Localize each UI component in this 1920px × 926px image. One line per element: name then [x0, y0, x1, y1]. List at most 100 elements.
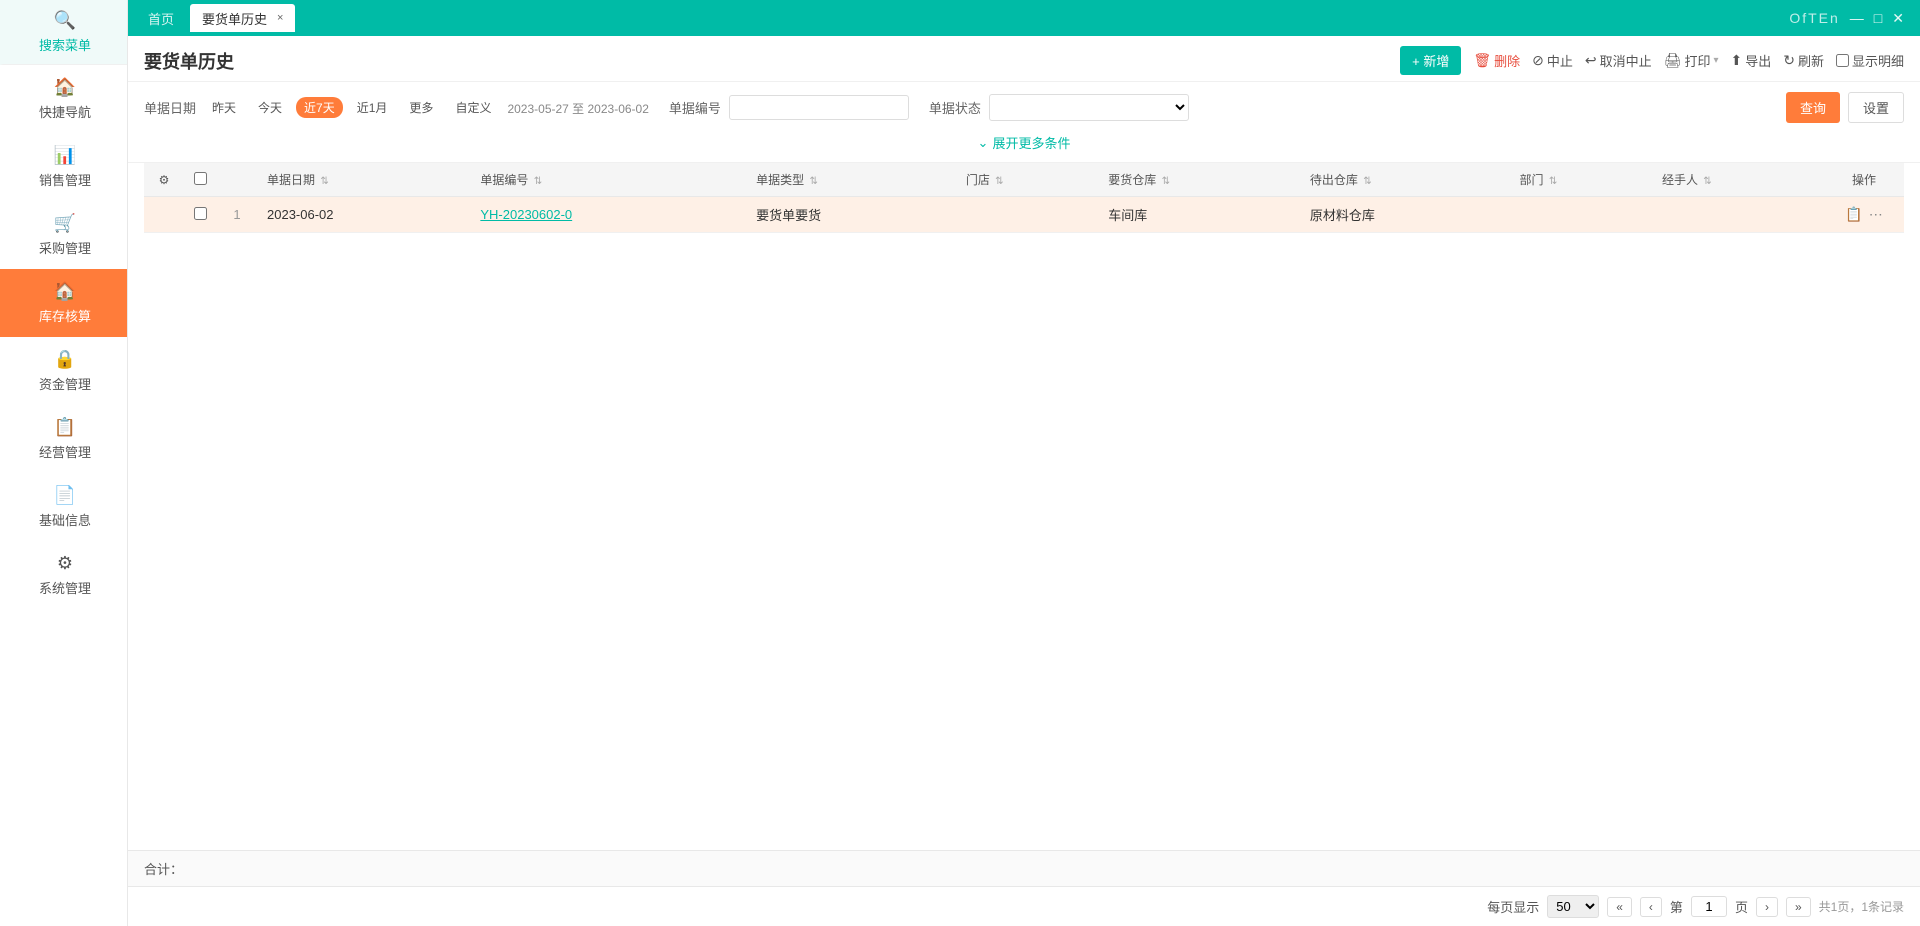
prev-page-btn[interactable]: ‹ — [1640, 897, 1662, 917]
date-opt-custom[interactable]: 自定义 — [447, 97, 499, 118]
col-date[interactable]: 单据日期 ⇅ — [257, 163, 470, 197]
expand-label: 展开更多条件 — [992, 133, 1070, 152]
doc-number-input[interactable] — [729, 95, 909, 120]
print-icon: 🖨 — [1664, 52, 1682, 69]
per-page-label: 每页显示 — [1487, 897, 1539, 916]
table-footer: 合计： — [128, 850, 1920, 886]
table-body: 1 2023-06-02 YH-20230602-0 要货单要货 车间库 原材料… — [144, 197, 1904, 233]
gear-icon: ⚙ — [57, 553, 73, 574]
doc-number-label: 单据编号 — [669, 98, 721, 117]
col-number[interactable]: 单据编号 ⇅ — [470, 163, 746, 197]
cart-icon: 🛒 — [54, 213, 76, 234]
expand-filter-button[interactable]: ⌄ 展开更多条件 — [144, 129, 1904, 156]
more-icon[interactable]: ⋯ — [1869, 206, 1883, 223]
tab-label: 首页 — [148, 9, 174, 28]
row-checkbox[interactable] — [194, 207, 207, 220]
chevron-down-icon: ⌄ — [978, 135, 989, 151]
stop-button[interactable]: ⊘ 中止 — [1532, 51, 1573, 70]
col-department[interactable]: 部门 ⇅ — [1510, 163, 1652, 197]
display-cell-button[interactable]: 显示明细 — [1836, 51, 1904, 70]
minimize-btn[interactable]: — — [1850, 10, 1864, 26]
tab-close-icon[interactable]: × — [277, 12, 283, 24]
page-input[interactable] — [1691, 896, 1727, 917]
sidebar-item-purchase[interactable]: 🛒 采购管理 — [0, 201, 127, 269]
next-page-btn[interactable]: › — [1756, 897, 1778, 917]
sidebar-item-basic-info[interactable]: 📄 基础信息 — [0, 473, 127, 541]
status-label: 单据状态 — [929, 98, 981, 117]
tab-requisition-history[interactable]: 要货单历史 × — [190, 4, 295, 32]
print-button[interactable]: 🖨 打印 ▾ — [1664, 51, 1719, 70]
inventory-icon: 🏠 — [54, 281, 76, 302]
per-page-select[interactable]: 10 20 50 100 — [1547, 895, 1599, 918]
doc-number-filter-group: 单据编号 — [669, 95, 909, 120]
display-cell-checkbox[interactable] — [1836, 54, 1849, 67]
col-checkbox — [184, 163, 217, 197]
print-dropdown-icon: ▾ — [1713, 55, 1718, 66]
tab-home[interactable]: 首页 — [136, 4, 186, 32]
sidebar-item-system[interactable]: ⚙ 系统管理 — [0, 541, 127, 609]
row-index: 1 — [217, 197, 257, 233]
cancel-stop-label: 取消中止 — [1600, 51, 1652, 70]
sidebar-label: 经营管理 — [39, 442, 91, 461]
col-type[interactable]: 单据类型 ⇅ — [746, 163, 956, 197]
sidebar-item-quick-nav[interactable]: 🏠 快捷导航 — [0, 65, 127, 133]
refresh-button[interactable]: ↻ 刷新 — [1783, 51, 1824, 70]
query-button[interactable]: 查询 — [1786, 92, 1840, 123]
sidebar-item-finance[interactable]: 🔒 资金管理 — [0, 337, 127, 405]
row-handler — [1652, 197, 1824, 233]
date-opt-yesterday[interactable]: 昨天 — [204, 97, 244, 118]
maximize-btn[interactable]: □ — [1874, 10, 1882, 26]
settings-button[interactable]: 设置 — [1848, 92, 1904, 123]
date-opt-more[interactable]: 更多 — [401, 97, 441, 118]
toolbar: + 新增 🗑 删除 ⊘ 中止 ↩ 取消中止 🖨 打印 ▾ — [1400, 46, 1904, 75]
col-index — [217, 163, 257, 197]
tab-bar: 首页 要货单历史 × OfTEn — □ ✕ — [128, 0, 1920, 36]
first-page-btn[interactable]: « — [1607, 897, 1632, 917]
delete-button[interactable]: 🗑 删除 — [1473, 51, 1520, 70]
content-area: 要货单历史 + 新增 🗑 删除 ⊘ 中止 ↩ 取消中止 🖨 打印 — [128, 36, 1920, 926]
stop-icon: ⊘ — [1532, 52, 1544, 69]
date-filter-label: 单据日期 — [144, 98, 196, 117]
row-req-warehouse: 车间库 — [1098, 197, 1300, 233]
col-req-warehouse[interactable]: 要货仓库 ⇅ — [1098, 163, 1300, 197]
filter-row-1: 单据日期 昨天 今天 近7天 近1月 更多 自定义 2023-05-27 至 2… — [144, 92, 1904, 123]
data-table-wrapper: ⚙ 单据日期 ⇅ 单据编号 ⇅ 单据类型 ⇅ 门店 ⇅ 要货仓库 ⇅ 待出仓库 … — [128, 163, 1920, 850]
sidebar-label: 搜索菜单 — [39, 35, 91, 54]
sidebar-item-search-menu[interactable]: 🔍 搜索菜单 — [0, 0, 127, 65]
date-opt-7days[interactable]: 近7天 — [296, 97, 343, 118]
cancel-stop-button[interactable]: ↩ 取消中止 — [1585, 51, 1652, 70]
date-filter-group: 单据日期 昨天 今天 近7天 近1月 更多 自定义 2023-05-27 至 2… — [144, 97, 649, 118]
edit-icon[interactable]: 📋 — [1845, 206, 1862, 223]
col-store[interactable]: 门店 ⇅ — [956, 163, 1098, 197]
row-number[interactable]: YH-20230602-0 — [470, 197, 746, 233]
export-button[interactable]: ⬆ 导出 — [1730, 51, 1771, 70]
date-options: 昨天 今天 近7天 近1月 更多 自定义 — [204, 97, 499, 118]
col-settings[interactable]: ⚙ — [144, 163, 184, 197]
sidebar-item-operations[interactable]: 📋 经营管理 — [0, 405, 127, 473]
sidebar-item-inventory[interactable]: 🏠 库存核算 — [0, 269, 127, 337]
clipboard-icon: 📋 — [54, 417, 76, 438]
status-select[interactable] — [989, 94, 1189, 121]
select-all-checkbox[interactable] — [194, 172, 207, 185]
date-opt-today[interactable]: 今天 — [250, 97, 290, 118]
close-btn[interactable]: ✕ — [1892, 10, 1904, 27]
col-pending-warehouse[interactable]: 待出仓库 ⇅ — [1300, 163, 1510, 197]
main-area: 首页 要货单历史 × OfTEn — □ ✕ 要货单历史 + 新增 🗑 删除 — [128, 0, 1920, 926]
row-settings — [144, 197, 184, 233]
date-opt-1month[interactable]: 近1月 — [349, 97, 396, 118]
chart-icon: 📊 — [54, 145, 76, 166]
row-operation: 📋 ⋯ — [1824, 197, 1904, 233]
display-cell-label: 显示明细 — [1852, 51, 1904, 70]
col-handler[interactable]: 经手人 ⇅ — [1652, 163, 1824, 197]
total-info: 共1页，1条记录 — [1819, 898, 1904, 915]
page-header: 要货单历史 + 新增 🗑 删除 ⊘ 中止 ↩ 取消中止 🖨 打印 — [128, 36, 1920, 82]
brand-text: OfTEn — [1789, 10, 1839, 26]
last-page-btn[interactable]: » — [1786, 897, 1811, 917]
date-range-display: 2023-05-27 至 2023-06-02 — [507, 100, 648, 117]
search-icon: 🔍 — [54, 10, 76, 31]
delete-icon: 🗑 — [1473, 52, 1491, 69]
sidebar-item-sales[interactable]: 📊 销售管理 — [0, 133, 127, 201]
table-row: 1 2023-06-02 YH-20230602-0 要货单要货 车间库 原材料… — [144, 197, 1904, 233]
new-button[interactable]: + 新增 — [1400, 46, 1461, 75]
delete-label: 删除 — [1494, 51, 1520, 70]
